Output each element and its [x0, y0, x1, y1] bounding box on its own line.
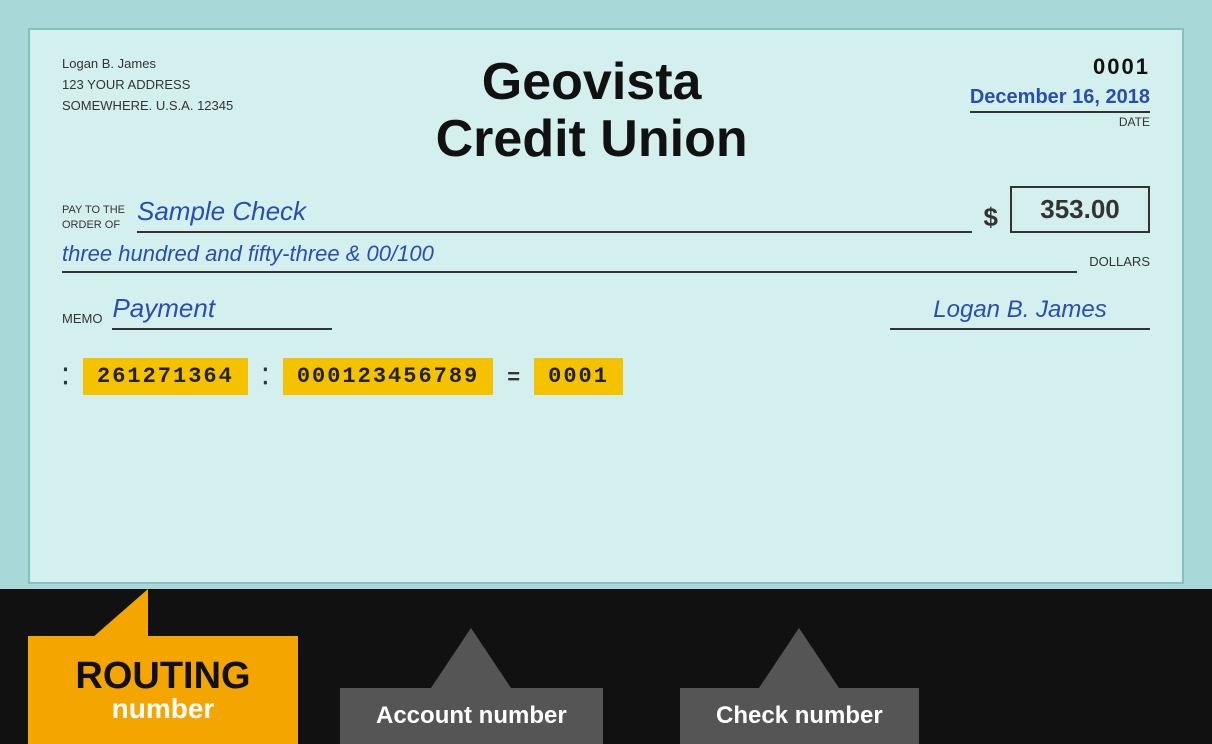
amount-box: 353.00 — [1010, 186, 1150, 233]
micr-colon-right: ⁚ — [262, 364, 269, 390]
date-label: DATE — [1119, 115, 1150, 129]
bank-name-line2: Credit Union — [253, 111, 930, 168]
micr-colon-left: ⁚ — [62, 364, 69, 390]
micr-equals: = — [507, 364, 520, 390]
payee-name: Sample Check — [137, 196, 306, 226]
account-arrow-icon — [431, 628, 511, 688]
check-document: Logan B. James 123 YOUR ADDRESS SOMEWHER… — [28, 28, 1184, 584]
signature: Logan B. James — [933, 296, 1106, 323]
routing-label: ROUTING number — [28, 589, 298, 744]
check-number-label: Check number — [680, 628, 919, 744]
micr-account-number: 000123456789 — [283, 358, 493, 395]
routing-text-routing: ROUTING — [75, 657, 250, 695]
memo-section: MEMO Payment — [62, 293, 332, 330]
top-right-info: 0001 December 16, 2018 DATE — [950, 54, 1150, 129]
routing-box: ROUTING number — [28, 636, 298, 744]
check-label-box: Check number — [680, 688, 919, 744]
micr-routing-number: 261271364 — [83, 358, 248, 395]
date-section: December 16, 2018 DATE — [950, 86, 1150, 129]
sender-name: Logan B. James — [62, 54, 233, 75]
routing-text-number: number — [112, 695, 215, 723]
dollars-label: DOLLARS — [1089, 254, 1150, 273]
dollar-sign: $ — [984, 202, 998, 233]
pay-to-line: Sample Check — [137, 196, 972, 233]
pay-to-section: PAY TO THE ORDER OF Sample Check $ 353.0… — [62, 186, 1150, 233]
written-amount: three hundred and fifty-three & 00/100 — [62, 241, 1077, 273]
bank-name-line1: Geovista — [253, 54, 930, 111]
account-label-box: Account number — [340, 688, 603, 744]
signature-line: Logan B. James — [890, 296, 1150, 330]
memo-line: Payment — [112, 293, 332, 330]
check-label-text: Check number — [716, 702, 883, 730]
memo-value: Payment — [112, 293, 215, 323]
account-label-text: Account number — [376, 702, 567, 730]
routing-arrow-container: ROUTING number — [28, 589, 298, 744]
check-arrow-icon — [759, 628, 839, 688]
sender-address2: SOMEWHERE. U.S.A. 12345 — [62, 96, 233, 117]
check-number-display: 0001 — [1050, 54, 1150, 80]
amount-value: 353.00 — [1040, 194, 1120, 224]
sender-info: Logan B. James 123 YOUR ADDRESS SOMEWHER… — [62, 54, 233, 116]
micr-check-number: 0001 — [534, 358, 623, 395]
account-number-label: Account number — [340, 628, 603, 744]
memo-sig-row: MEMO Payment Logan B. James — [62, 293, 1150, 330]
date-value: December 16, 2018 — [970, 86, 1150, 113]
sender-address1: 123 YOUR ADDRESS — [62, 75, 233, 96]
bank-name: Geovista Credit Union — [253, 54, 930, 168]
pay-to-label: PAY TO THE ORDER OF — [62, 203, 125, 234]
micr-line: ⁚ 261271364 ⁚ 000123456789 = 0001 — [62, 358, 1150, 395]
written-amount-row: three hundred and fifty-three & 00/100 D… — [62, 241, 1150, 273]
memo-label: MEMO — [62, 311, 102, 330]
